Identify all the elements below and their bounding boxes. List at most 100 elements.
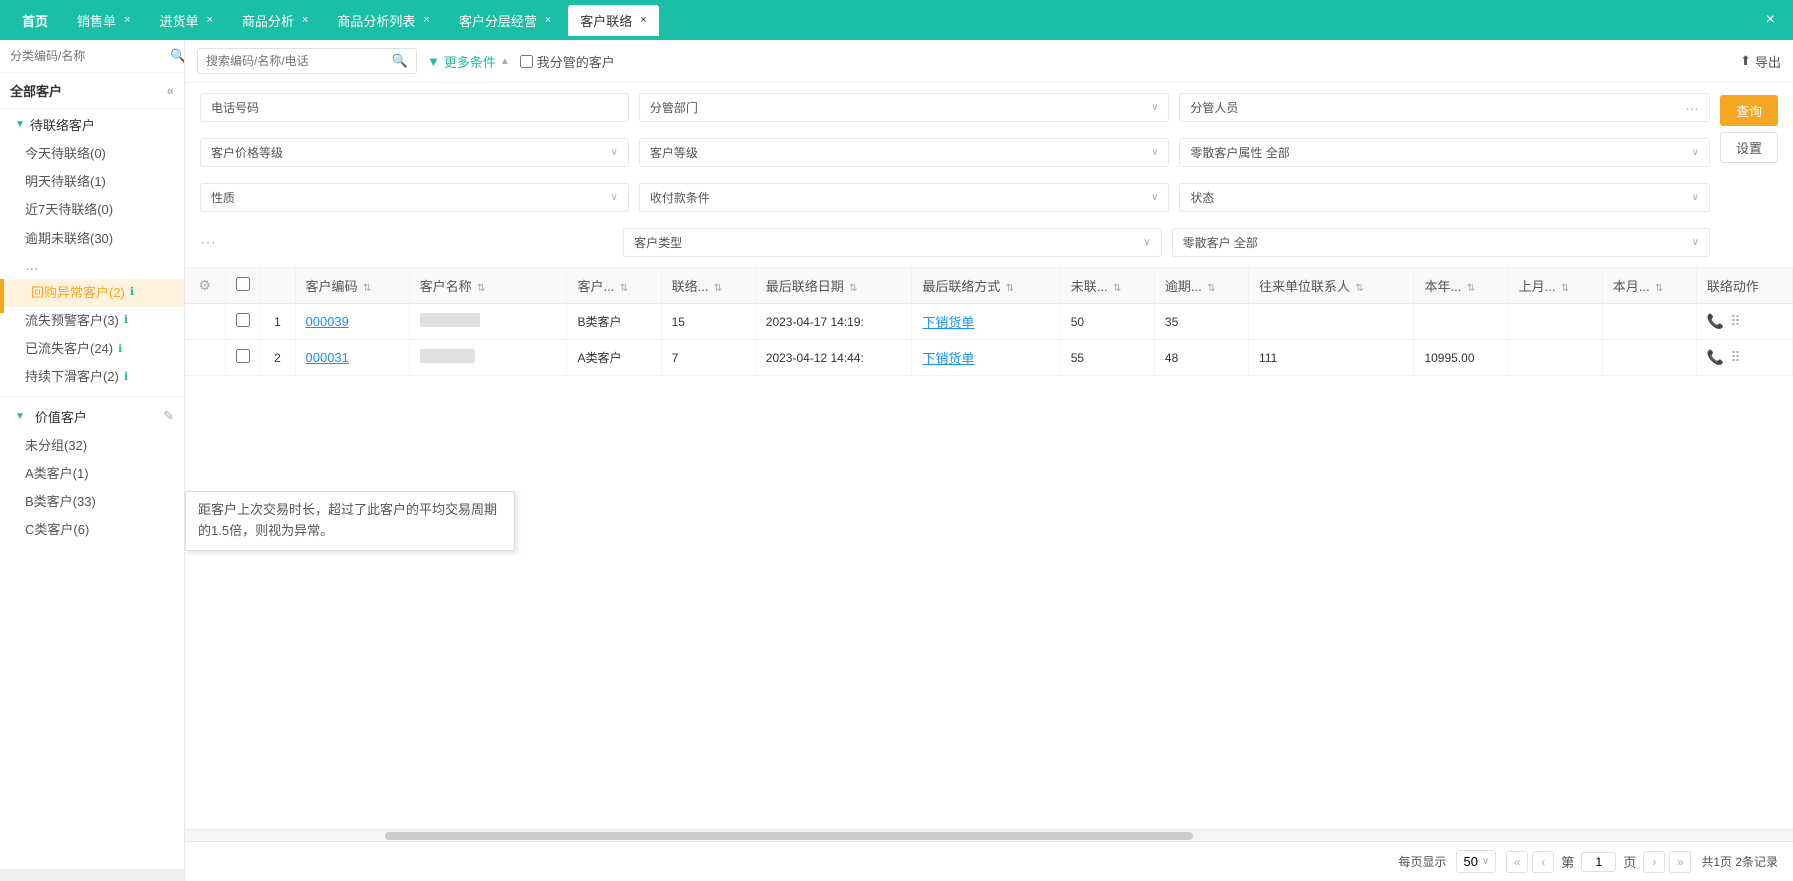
sidebar-item-class-a[interactable]: A类客户(1)	[0, 460, 184, 488]
col-type-header[interactable]: 客户... ⇅	[567, 268, 661, 304]
close-all-button[interactable]: ×	[1758, 11, 1783, 29]
col-name-header[interactable]: 客户名称 ⇅	[409, 268, 567, 304]
nav-analysis-list[interactable]: 商品分析列表 ×	[325, 5, 441, 36]
declining-info-icon[interactable]: ℹ	[124, 370, 128, 385]
sidebar-item-ungroup[interactable]: 未分组(32)	[0, 432, 184, 460]
col-thismonth-header[interactable]: 本月... ⇅	[1602, 268, 1696, 304]
sidebar-item-class-b[interactable]: B类客户(33)	[0, 488, 184, 516]
per-page-select[interactable]: 50 ∨	[1456, 850, 1496, 873]
row1-lastmethod[interactable]: 下销货单	[912, 304, 1060, 340]
row2-code-link[interactable]: 000031	[306, 350, 349, 365]
value-group-edit-icon[interactable]: ✎	[163, 408, 174, 424]
sidebar-item-declining[interactable]: 持续下滑客户(2) ℹ	[0, 363, 184, 391]
row2-checkbox[interactable]	[225, 340, 260, 376]
gear-settings-icon[interactable]: ⚙	[198, 277, 211, 293]
sidebar-item-tomorrow[interactable]: 明天待联络(1)	[0, 168, 184, 196]
sidebar-item-churn-warning[interactable]: 流失预警客户(3) ℹ	[0, 307, 184, 335]
row2-lastmethod[interactable]: 下销货单	[912, 340, 1060, 376]
row2-code[interactable]: 000031	[295, 340, 409, 376]
row2-select-checkbox[interactable]	[236, 349, 250, 363]
prev-page-btn[interactable]: ‹	[1532, 851, 1554, 873]
row1-lastmethod-link[interactable]: 下销货单	[922, 315, 974, 330]
filter-customer-level[interactable]: 客户等级 ∨	[639, 138, 1170, 167]
sidebar-collapse-icon[interactable]: «	[167, 83, 174, 98]
row1-code-link[interactable]: 000039	[306, 314, 349, 329]
export-btn[interactable]: ⬆ 导出	[1740, 52, 1781, 71]
filter-dept[interactable]: 分管部门 ∨	[639, 93, 1170, 122]
row2-lastmethod-link[interactable]: 下销货单	[922, 351, 974, 366]
row2-phone-icon[interactable]: 📞	[1707, 349, 1724, 366]
last-page-btn[interactable]: »	[1669, 851, 1691, 873]
filter-payment[interactable]: 收付款条件 ∨	[639, 183, 1170, 212]
filter-customer-type[interactable]: 客户类型 ∨	[623, 228, 1161, 257]
sidebar-item-lost-customer[interactable]: 已流失客户(24) ℹ	[0, 335, 184, 363]
col-overdue-header[interactable]: 逾期... ⇅	[1154, 268, 1248, 304]
nav-customer-layer[interactable]: 客户分层经营 ×	[447, 5, 563, 36]
filter-search-icon[interactable]: 🔍	[392, 53, 408, 69]
nav-purchase[interactable]: 进货单 ×	[147, 5, 224, 36]
query-button[interactable]: 查询	[1720, 95, 1778, 126]
next-page-btn[interactable]: ›	[1643, 851, 1665, 873]
page-number-input[interactable]	[1581, 852, 1616, 872]
nav-purchase-close[interactable]: ×	[206, 14, 212, 26]
setting-button[interactable]: 设置	[1720, 132, 1778, 163]
nav-analysis[interactable]: 商品分析 ×	[230, 5, 320, 36]
filter-status[interactable]: 状态 ∨	[1179, 183, 1710, 212]
horizontal-scrollbar[interactable]	[185, 829, 1793, 841]
sidebar-more-btn[interactable]: ...	[0, 253, 184, 279]
col-lastmonth-header[interactable]: 上月... ⇅	[1508, 268, 1602, 304]
col-code-header[interactable]: 客户编码 ⇅	[295, 268, 409, 304]
filter-search-input[interactable]	[206, 54, 387, 68]
first-page-btn[interactable]: «	[1506, 851, 1528, 873]
sidebar-group-value[interactable]: ▼ 价值客户 ✎	[0, 401, 184, 432]
sidebar-item-class-c[interactable]: C类客户(6)	[0, 516, 184, 544]
repurchase-info-icon[interactable]: ℹ	[130, 285, 134, 300]
col-thisyear-header[interactable]: 本年... ⇅	[1414, 268, 1508, 304]
nav-customer-layer-close[interactable]: ×	[545, 14, 551, 26]
col-uncontact-header[interactable]: 未联... ⇅	[1060, 268, 1154, 304]
nav-customer-contact[interactable]: 客户联络 ×	[568, 5, 658, 36]
nav-customer-contact-close[interactable]: ×	[640, 14, 646, 26]
sidebar-item-overdue[interactable]: 逾期未联络(30)	[0, 225, 184, 253]
col-checkbox-header[interactable]	[225, 268, 260, 304]
col-contact2-header[interactable]: 往来单位联系人 ⇅	[1249, 268, 1414, 304]
filter-phone[interactable]: 电话号码	[200, 93, 629, 122]
col-lastdate-header[interactable]: 最后联络日期 ⇅	[755, 268, 912, 304]
select-all-checkbox[interactable]	[236, 277, 250, 291]
row1-checkbox[interactable]	[225, 304, 260, 340]
sidebar-search-icon[interactable]: 🔍	[170, 48, 185, 64]
row2-name[interactable]	[409, 340, 567, 376]
row1-more-icon[interactable]: ⠿	[1730, 313, 1740, 330]
nav-sales[interactable]: 销售单 ×	[65, 5, 142, 36]
nav-home[interactable]: 首页	[10, 5, 60, 36]
filter-dots-icon[interactable]: ···	[200, 234, 216, 252]
filter-manager-dots[interactable]: ···	[1685, 100, 1699, 116]
row1-select-checkbox[interactable]	[236, 313, 250, 327]
churn-warning-info-icon[interactable]: ℹ	[124, 313, 128, 328]
col-contact-header[interactable]: 联络... ⇅	[661, 268, 755, 304]
row1-code[interactable]: 000039	[295, 304, 409, 340]
sidebar-item-7days[interactable]: 近7天待联络(0)	[0, 196, 184, 224]
filter-manager[interactable]: 分管人员 ···	[1179, 93, 1710, 122]
filter-price-level[interactable]: 客户价格等级 ∨	[200, 138, 629, 167]
row2-more-icon[interactable]: ⠿	[1730, 349, 1740, 366]
lost-info-icon[interactable]: ℹ	[118, 342, 122, 357]
row1-phone-icon[interactable]: 📞	[1707, 313, 1724, 330]
sidebar-search-input[interactable]	[10, 49, 165, 63]
nav-sales-close[interactable]: ×	[124, 14, 130, 26]
nav-analysis-list-close[interactable]: ×	[423, 14, 429, 26]
sidebar-item-today[interactable]: 今天待联络(0)	[0, 140, 184, 168]
filter-nature[interactable]: 性质 ∨	[200, 183, 629, 212]
col-gear-header[interactable]: ⚙	[185, 268, 225, 304]
sidebar-group-pending[interactable]: ▼ 待联络客户	[0, 109, 184, 140]
col-lastmethod-header[interactable]: 最后联络方式 ⇅	[912, 268, 1060, 304]
filter-scatter-customer[interactable]: 零散客户 全部 ∨	[1172, 228, 1710, 257]
sidebar-item-repurchase-abnormal[interactable]: 回购异常客户(2) ℹ	[0, 279, 184, 307]
my-customer-checkbox[interactable]	[520, 55, 533, 68]
filter-scatter-attr[interactable]: 零散客户属性 全部 ∨	[1179, 138, 1710, 167]
row1-name[interactable]	[409, 304, 567, 340]
scroll-thumb[interactable]	[385, 832, 1193, 840]
nav-analysis-close[interactable]: ×	[302, 14, 308, 26]
sidebar-scroll[interactable]	[0, 869, 184, 881]
more-filter-btn[interactable]: ▼ 更多条件 ▲	[427, 52, 510, 71]
